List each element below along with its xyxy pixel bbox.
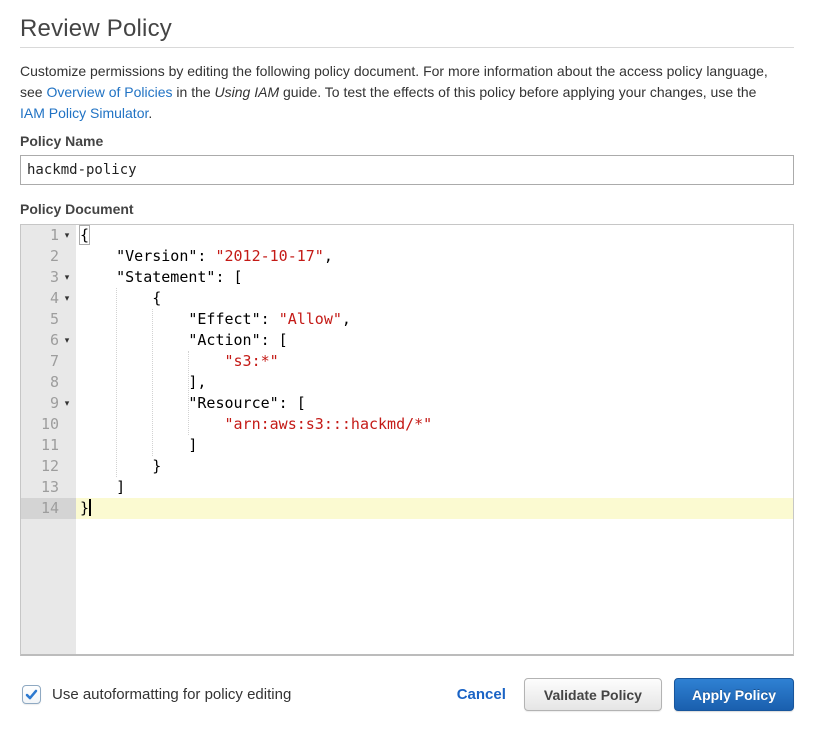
code-line[interactable]: "arn:aws:s3:::hackmd/*": [76, 414, 793, 435]
code-token: ,: [324, 247, 333, 265]
code-line[interactable]: }: [76, 498, 793, 519]
gutter-line-number: 9▾: [21, 393, 76, 414]
gutter-line-number: 3▾: [21, 267, 76, 288]
line-number: 7: [50, 352, 59, 370]
string-token: "arn:aws:s3:::hackmd/*": [225, 415, 433, 433]
policy-document-editor[interactable]: 1▾23▾4▾56▾789▾1011121314 { "Version": "2…: [20, 224, 794, 656]
code-line[interactable]: ],: [76, 372, 793, 393]
fold-arrow-icon[interactable]: ▾: [61, 225, 73, 246]
string-token: "Allow": [279, 310, 342, 328]
policy-document-label: Policy Document: [20, 201, 794, 217]
header-divider: [20, 47, 794, 48]
code-line[interactable]: "Action": [: [76, 330, 793, 351]
editor-code-area[interactable]: { "Version": "2012-10-17", "Statement": …: [76, 225, 793, 654]
intro-text-segment: see: [20, 84, 46, 100]
code-line[interactable]: {: [76, 225, 793, 246]
code-line[interactable]: "Statement": [: [76, 267, 793, 288]
intro-text-segment: guide. To test the effects of this polic…: [279, 84, 756, 100]
code-line[interactable]: "Version": "2012-10-17",: [76, 246, 793, 267]
overview-of-policies-link[interactable]: Overview of Policies: [46, 84, 172, 100]
gutter-line-number: 8: [21, 372, 76, 393]
fold-arrow-icon[interactable]: ▾: [61, 330, 73, 351]
editor-gutter: 1▾23▾4▾56▾789▾1011121314: [21, 225, 76, 654]
gutter-line-number: 4▾: [21, 288, 76, 309]
code-token: }: [80, 457, 161, 475]
italic-text: Using IAM: [215, 84, 280, 100]
autoformat-label: Use autoformatting for policy editing: [52, 686, 291, 703]
gutter-line-number: 14: [21, 498, 76, 519]
fold-arrow-icon[interactable]: ▾: [61, 393, 73, 414]
code-token: [80, 415, 225, 433]
cancel-link[interactable]: Cancel: [457, 686, 506, 703]
intro-line: IAM Policy Simulator.: [20, 103, 794, 124]
policy-name-label: Policy Name: [20, 133, 794, 149]
gutter-line-number: 6▾: [21, 330, 76, 351]
code-line[interactable]: }: [76, 456, 793, 477]
intro-text-segment: in the: [173, 84, 215, 100]
code-token: }: [80, 499, 89, 517]
code-line[interactable]: {: [76, 288, 793, 309]
code-token: ,: [342, 310, 351, 328]
line-number: 2: [50, 247, 59, 265]
line-number: 14: [41, 499, 59, 517]
line-number: 12: [41, 457, 59, 475]
intro-line: Customize permissions by editing the fol…: [20, 61, 794, 82]
intro-text: Customize permissions by editing the fol…: [20, 61, 794, 124]
gutter-line-number: 13: [21, 477, 76, 498]
iam-policy-simulator-link[interactable]: IAM Policy Simulator: [20, 105, 148, 121]
code-token: "Version":: [80, 247, 215, 265]
code-token: "Resource": [: [80, 394, 306, 412]
action-buttons: Cancel Validate Policy Apply Policy: [457, 678, 794, 711]
intro-text-segment: .: [148, 105, 152, 121]
line-number: 11: [41, 436, 59, 454]
line-number: 9: [50, 394, 59, 412]
line-number: 5: [50, 310, 59, 328]
code-token: "Action": [: [80, 331, 288, 349]
code-line[interactable]: "Effect": "Allow",: [76, 309, 793, 330]
gutter-line-number: 5: [21, 309, 76, 330]
code-token: ]: [80, 478, 125, 496]
code-line[interactable]: "s3:*": [76, 351, 793, 372]
line-number: 1: [50, 226, 59, 244]
code-token: {: [80, 289, 161, 307]
line-number: 13: [41, 478, 59, 496]
code-token: "Effect":: [80, 310, 279, 328]
code-token: "Statement": [: [80, 268, 243, 286]
footer-bar: Use autoformatting for policy editing Ca…: [20, 678, 794, 711]
code-line[interactable]: "Resource": [: [76, 393, 793, 414]
validate-policy-button[interactable]: Validate Policy: [524, 678, 662, 711]
line-number: 10: [41, 415, 59, 433]
gutter-line-number: 1▾: [21, 225, 76, 246]
autoformat-checkbox[interactable]: [22, 685, 41, 704]
code-token: ]: [80, 436, 197, 454]
line-number: 4: [50, 289, 59, 307]
code-token: ],: [80, 373, 206, 391]
apply-policy-button[interactable]: Apply Policy: [674, 678, 794, 711]
gutter-line-number: 12: [21, 456, 76, 477]
line-number: 8: [50, 373, 59, 391]
code-line[interactable]: ]: [76, 477, 793, 498]
gutter-line-number: 10: [21, 414, 76, 435]
fold-arrow-icon[interactable]: ▾: [61, 267, 73, 288]
policy-name-input[interactable]: [20, 155, 794, 185]
string-token: "2012-10-17": [215, 247, 323, 265]
checkmark-icon: [24, 687, 39, 702]
code-line[interactable]: ]: [76, 435, 793, 456]
line-number: 3: [50, 268, 59, 286]
line-number: 6: [50, 331, 59, 349]
review-policy-page: Review Policy Customize permissions by e…: [20, 15, 794, 711]
intro-line: see Overview of Policies in the Using IA…: [20, 82, 794, 103]
gutter-line-number: 7: [21, 351, 76, 372]
fold-arrow-icon[interactable]: ▾: [61, 288, 73, 309]
matched-brace: {: [80, 226, 89, 244]
page-title: Review Policy: [20, 15, 794, 43]
gutter-line-number: 11: [21, 435, 76, 456]
intro-text-segment: Customize permissions by editing the fol…: [20, 63, 768, 79]
string-token: "s3:*": [225, 352, 279, 370]
autoformat-option[interactable]: Use autoformatting for policy editing: [20, 685, 291, 704]
gutter-line-number: 2: [21, 246, 76, 267]
code-token: [80, 352, 225, 370]
text-cursor: [89, 499, 91, 516]
